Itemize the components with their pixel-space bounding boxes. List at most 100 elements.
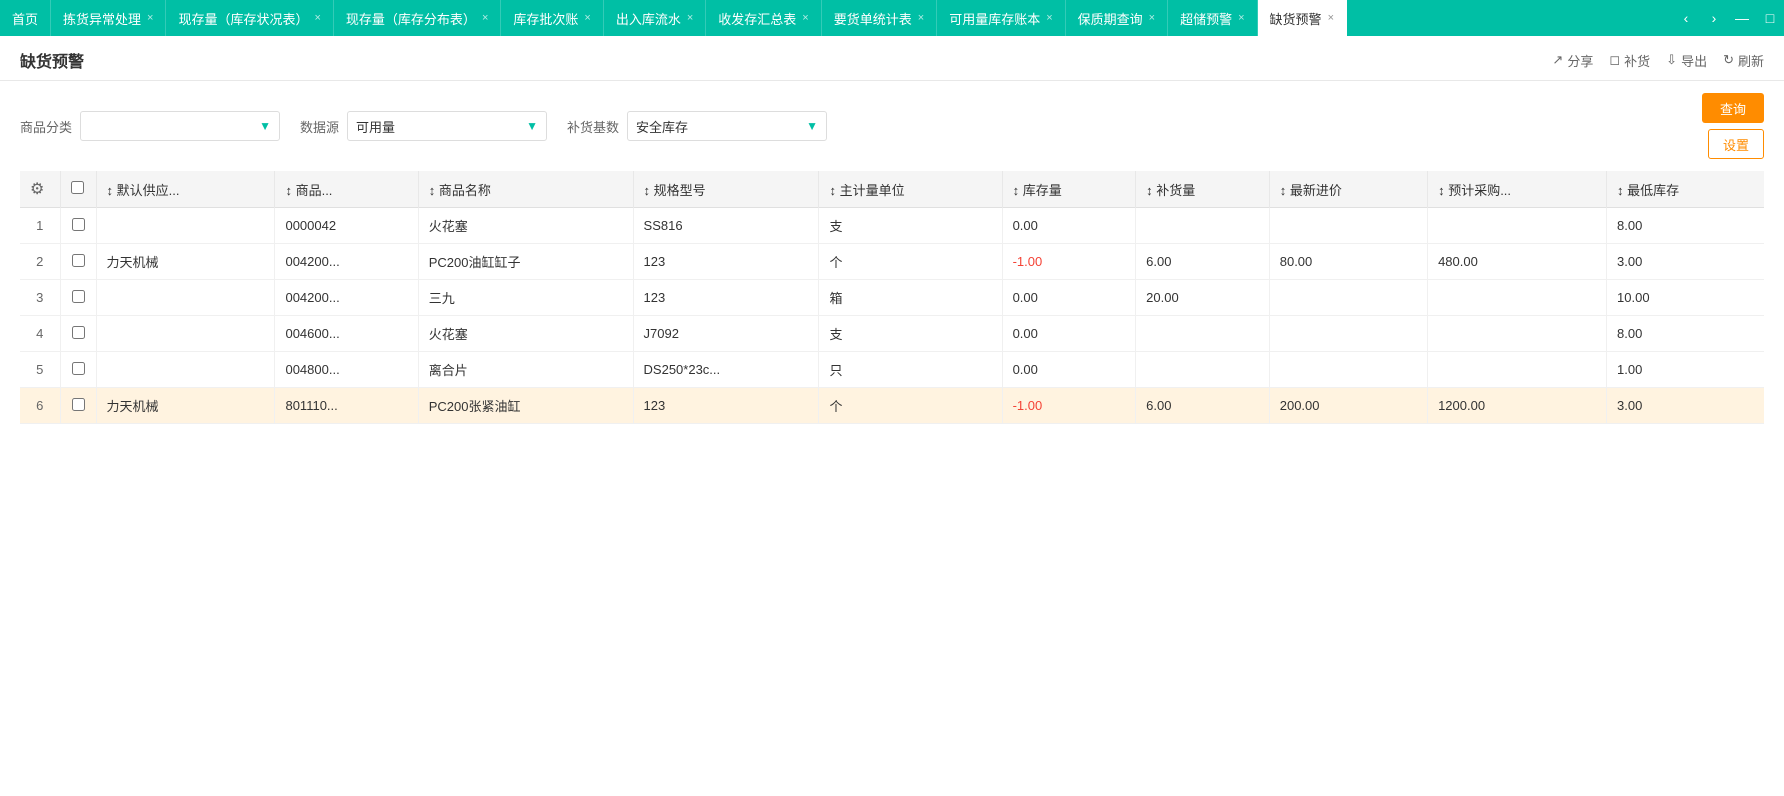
row-supplier-4 [96,352,275,388]
page-header: 缺货预警 ↗ 分享 ◻ 补货 ⇩ 导出 ↻ 刷新 [0,36,1784,81]
share-button[interactable]: ↗ 分享 [1552,51,1593,70]
nav-tab-0[interactable]: 首页 [0,0,51,36]
settings-button[interactable]: 设置 [1708,129,1764,159]
row-code-1: 004200... [275,244,418,280]
row-select-3[interactable] [72,326,85,339]
col-est-purchase: ↕ 预计采购... [1428,171,1607,208]
datasource-select[interactable]: 可用量 ▼ [347,111,547,141]
nav-tab-8[interactable]: 可用量库存账本× [937,0,1065,36]
replenish-base-label: 补货基数 [567,117,619,136]
row-supplier-3 [96,316,275,352]
page-title: 缺货预警 [20,48,84,72]
table-row: 1 0000042 火花塞 SS816 支 0.00 8.00 [20,208,1764,244]
row-checkbox-4[interactable] [60,352,96,388]
tab-close-icon-11[interactable]: × [1328,12,1334,24]
nav-tab-2[interactable]: 现存量（库存状况表）× [166,0,333,36]
row-spec-3: J7092 [633,316,819,352]
tab-close-icon-7[interactable]: × [918,12,924,24]
tab-close-icon-9[interactable]: × [1149,12,1155,24]
col-product-name-label: ↕ 商品名称 [429,183,491,198]
row-select-4[interactable] [72,362,85,375]
row-spec-5: 123 [633,388,819,424]
nav-tab-7[interactable]: 要货单统计表× [822,0,937,36]
row-supplier-2 [96,280,275,316]
replenish-button[interactable]: ◻ 补货 [1609,51,1650,70]
tab-close-icon-2[interactable]: × [314,12,320,24]
row-select-5[interactable] [72,398,85,411]
row-checkbox-1[interactable] [60,244,96,280]
row-latest-price-5: 200.00 [1269,388,1427,424]
nav-tab-9[interactable]: 保质期查询× [1066,0,1168,36]
row-num-5: 6 [20,388,60,424]
page-content: 缺货预警 ↗ 分享 ◻ 补货 ⇩ 导出 ↻ 刷新 商品分类 [0,36,1784,796]
category-label: 商品分类 [20,117,72,136]
col-latest-price-label: ↕ 最新进价 [1280,183,1342,198]
row-min-stock-4: 1.00 [1607,352,1764,388]
tab-close-icon-8[interactable]: × [1046,12,1052,24]
share-icon: ↗ [1552,52,1563,68]
category-select[interactable]: ▼ [80,111,280,141]
table-row: 4 004600... 火花塞 J7092 支 0.00 8.00 [20,316,1764,352]
nav-left-arrow[interactable]: ‹ [1672,0,1700,36]
export-button[interactable]: ⇩ 导出 [1666,51,1707,70]
refresh-button[interactable]: ↻ 刷新 [1723,51,1764,70]
tab-close-icon-10[interactable]: × [1238,12,1244,24]
nav-tab-6[interactable]: 收发存汇总表× [706,0,821,36]
nav-tab-5[interactable]: 出入库流水× [604,0,706,36]
row-name-2: 三九 [418,280,633,316]
select-all-checkbox[interactable] [71,181,84,194]
table-header-row: ⚙ ↕ 默认供应... ↕ 商品... ↕ 商品名称 ↕ [20,171,1764,208]
table-container: ⚙ ↕ 默认供应... ↕ 商品... ↕ 商品名称 ↕ [0,171,1784,424]
row-supplier-0 [96,208,275,244]
row-checkbox-2[interactable] [60,280,96,316]
table-row: 3 004200... 三九 123 箱 0.00 20.00 10.00 [20,280,1764,316]
row-min-stock-1: 3.00 [1607,244,1764,280]
nav-tab-11[interactable]: 缺货预警× [1258,0,1347,36]
col-default-supplier: ↕ 默认供应... [96,171,275,208]
nav-right-arrow[interactable]: › [1700,0,1728,36]
col-product-code-label: ↕ 商品... [285,183,332,198]
nav-tab-3[interactable]: 现存量（库存分布表）× [334,0,501,36]
row-select-0[interactable] [72,218,85,231]
nav-maximize-btn[interactable]: □ [1756,0,1784,36]
row-checkbox-3[interactable] [60,316,96,352]
tab-close-icon-1[interactable]: × [147,12,153,24]
row-checkbox-5[interactable] [60,388,96,424]
col-latest-price: ↕ 最新进价 [1269,171,1427,208]
tab-close-icon-4[interactable]: × [584,12,590,24]
row-min-stock-5: 3.00 [1607,388,1764,424]
row-num-1: 2 [20,244,60,280]
gear-icon[interactable]: ⚙ [30,181,44,198]
row-num-0: 1 [20,208,60,244]
row-num-2: 3 [20,280,60,316]
tab-close-icon-3[interactable]: × [482,12,488,24]
query-button[interactable]: 查询 [1702,93,1764,123]
col-unit-label: ↕ 主计量单位 [829,183,904,198]
row-est-purchase-1: 480.00 [1428,244,1607,280]
row-select-1[interactable] [72,254,85,267]
row-num-4: 5 [20,352,60,388]
replenish-base-select[interactable]: 安全库存 ▼ [627,111,827,141]
nav-tab-10[interactable]: 超储预警× [1168,0,1257,36]
row-stock-3: 0.00 [1002,316,1136,352]
row-stock-1: -1.00 [1002,244,1136,280]
row-checkbox-0[interactable] [60,208,96,244]
replenish-base-dropdown-icon: ▼ [806,119,818,133]
col-spec-label: ↕ 规格型号 [644,183,706,198]
nav-tab-1[interactable]: 拣货异常处理× [51,0,166,36]
tab-close-icon-6[interactable]: × [802,12,808,24]
nav-minimize-btn[interactable]: — [1728,0,1756,36]
tab-close-icon-5[interactable]: × [687,12,693,24]
category-dropdown-icon: ▼ [259,119,271,133]
datasource-label: 数据源 [300,117,339,136]
row-select-2[interactable] [72,290,85,303]
row-unit-4: 只 [819,352,1002,388]
row-est-purchase-2 [1428,280,1607,316]
top-nav: 首页拣货异常处理×现存量（库存状况表）×现存量（库存分布表）×库存批次账×出入库… [0,0,1784,36]
row-min-stock-0: 8.00 [1607,208,1764,244]
datasource-dropdown-icon: ▼ [526,119,538,133]
row-stock-0: 0.00 [1002,208,1136,244]
nav-tab-4[interactable]: 库存批次账× [501,0,603,36]
category-filter-group: 商品分类 ▼ [20,111,280,141]
header-actions: ↗ 分享 ◻ 补货 ⇩ 导出 ↻ 刷新 [1552,51,1764,70]
